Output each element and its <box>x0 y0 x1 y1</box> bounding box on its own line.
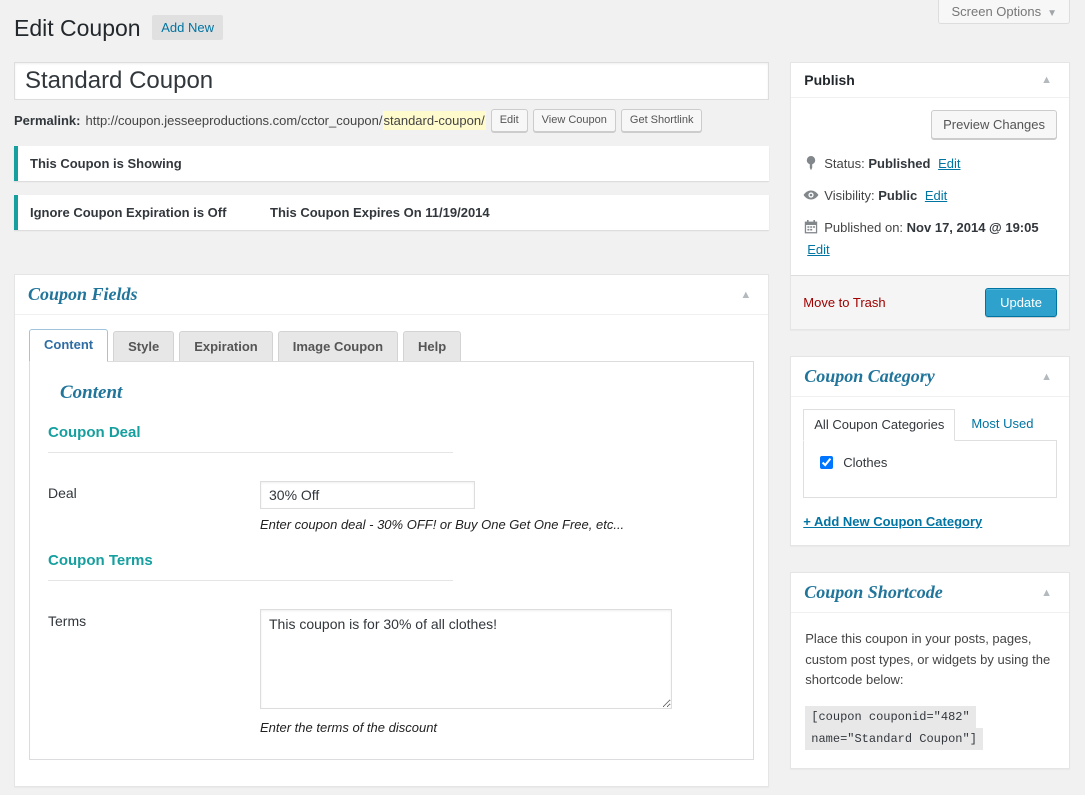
update-button[interactable]: Update <box>985 288 1057 317</box>
coupon-category-title: Coupon Category <box>804 366 935 387</box>
coupon-fields-metabox: Coupon Fields ▲ Content Style Expiration… <box>14 274 769 787</box>
screen-options-label: Screen Options <box>951 4 1041 19</box>
view-coupon-button[interactable]: View Coupon <box>533 109 616 132</box>
notice-coupon-showing: This Coupon is Showing <box>14 146 769 181</box>
status-value: Published <box>868 156 930 171</box>
tab-expiration[interactable]: Expiration <box>179 331 273 361</box>
coupon-shortcode-metabox: Coupon Shortcode ▲ Place this coupon in … <box>790 572 1070 768</box>
permalink-row: Permalink: http://coupon.jesseeproductio… <box>14 109 769 132</box>
deal-help-text: Enter coupon deal - 30% OFF! or Buy One … <box>260 517 624 532</box>
published-value: Nov 17, 2014 @ 19:05 <box>907 220 1039 235</box>
add-new-button[interactable]: Add New <box>152 15 223 40</box>
shortcode-description: Place this coupon in your posts, pages, … <box>805 629 1055 689</box>
tab-style[interactable]: Style <box>113 331 174 361</box>
admin-content: Edit Coupon Add New Permalink: http://co… <box>0 0 1085 795</box>
coupon-fields-title: Coupon Fields <box>28 284 138 305</box>
terms-label: Terms <box>48 609 260 735</box>
category-checklist: Clothes <box>803 440 1057 498</box>
permalink-edit-button[interactable]: Edit <box>491 109 528 132</box>
published-edit-link[interactable]: Edit <box>807 242 829 257</box>
main-column: Permalink: http://coupon.jesseeproductio… <box>14 62 769 787</box>
add-new-category-link[interactable]: + Add New Coupon Category <box>803 514 982 529</box>
terms-field-row: Terms This coupon is for 30% of all clot… <box>48 609 735 735</box>
collapse-arrow-icon[interactable]: ▲ <box>1037 369 1056 385</box>
status-edit-link[interactable]: Edit <box>938 156 960 171</box>
tab-image-coupon[interactable]: Image Coupon <box>278 331 398 361</box>
status-row: Status: Published Edit <box>803 153 1057 175</box>
deal-input[interactable] <box>260 481 475 509</box>
terms-help-text: Enter the terms of the discount <box>260 720 672 735</box>
get-shortlink-button[interactable]: Get Shortlink <box>621 109 703 132</box>
coupon-shortcode-header[interactable]: Coupon Shortcode ▲ <box>791 573 1069 613</box>
coupon-fields-tabs: Content Style Expiration Image Coupon He… <box>29 329 754 361</box>
category-tabs: All Coupon Categories Most Used <box>803 409 1057 440</box>
screen-options-button[interactable]: Screen Options ▼ <box>938 0 1070 24</box>
content-tab-panel: Content Coupon Deal Deal Enter coupon de… <box>29 361 754 760</box>
eye-icon <box>803 187 819 203</box>
coupon-deal-section-heading: Coupon Deal <box>48 424 453 453</box>
publish-header[interactable]: Publish ▲ <box>791 63 1069 98</box>
sidebar: Publish ▲ Preview Changes Status: Publis… <box>790 62 1070 795</box>
deal-field-row: Deal Enter coupon deal - 30% OFF! or Buy… <box>48 481 735 532</box>
coupon-category-metabox: Coupon Category ▲ All Coupon Categories … <box>790 356 1070 546</box>
category-label: Clothes <box>843 455 887 470</box>
tab-all-categories[interactable]: All Coupon Categories <box>803 409 955 441</box>
move-to-trash-link[interactable]: Move to Trash <box>803 295 885 310</box>
permalink-url: http://coupon.jesseeproductions.com/ccto… <box>85 113 382 128</box>
publish-title: Publish <box>804 72 855 88</box>
collapse-arrow-icon[interactable]: ▲ <box>1037 585 1056 601</box>
deal-label: Deal <box>48 481 260 532</box>
publish-metabox: Publish ▲ Preview Changes Status: Publis… <box>790 62 1070 330</box>
page-title: Edit Coupon <box>14 10 141 48</box>
coupon-category-header[interactable]: Coupon Category ▲ <box>791 357 1069 397</box>
notice-text: This Coupon is Showing <box>30 156 182 171</box>
content-panel-heading: Content <box>60 382 735 404</box>
permalink-slug[interactable]: standard-coupon/ <box>383 111 486 130</box>
notice-expiration-status: Ignore Coupon Expiration is Off <box>30 205 270 220</box>
tab-most-used[interactable]: Most Used <box>971 416 1033 440</box>
shortcode-code-line-1: [coupon couponid="482" <box>805 706 975 728</box>
coupon-terms-section-heading: Coupon Terms <box>48 552 453 581</box>
shortcode-code-line-2: name="Standard Coupon"] <box>805 728 983 750</box>
page-header: Edit Coupon Add New <box>14 10 1070 54</box>
published-on-row: Published on: Nov 17, 2014 @ 19:05 Edit <box>803 217 1057 261</box>
category-item-clothes[interactable]: Clothes <box>816 453 1044 472</box>
coupon-title-input[interactable] <box>14 62 769 100</box>
published-label: Published on: <box>824 220 903 235</box>
category-checkbox-clothes[interactable] <box>820 456 833 469</box>
tab-help[interactable]: Help <box>403 331 461 361</box>
calendar-icon <box>803 219 819 235</box>
permalink-label: Permalink: <box>14 113 80 128</box>
visibility-edit-link[interactable]: Edit <box>925 188 947 203</box>
terms-textarea[interactable]: This coupon is for 30% of all clothes! <box>260 609 672 709</box>
visibility-label: Visibility: <box>824 188 874 203</box>
notice-expiration-date: This Coupon Expires On 11/19/2014 <box>270 205 490 220</box>
status-label: Status: <box>824 156 864 171</box>
coupon-shortcode-title: Coupon Shortcode <box>804 582 943 603</box>
tab-content[interactable]: Content <box>29 329 108 362</box>
visibility-row: Visibility: Public Edit <box>803 185 1057 207</box>
pin-status-icon <box>803 155 819 171</box>
collapse-arrow-icon[interactable]: ▲ <box>1037 72 1056 88</box>
notice-coupon-expiration: Ignore Coupon Expiration is Off This Cou… <box>14 195 769 230</box>
visibility-value: Public <box>878 188 917 203</box>
chevron-down-icon: ▼ <box>1047 8 1057 19</box>
collapse-arrow-icon[interactable]: ▲ <box>736 287 755 303</box>
preview-changes-button[interactable]: Preview Changes <box>931 110 1057 139</box>
publish-actions: Move to Trash Update <box>791 275 1069 329</box>
coupon-fields-header[interactable]: Coupon Fields ▲ <box>15 275 768 315</box>
